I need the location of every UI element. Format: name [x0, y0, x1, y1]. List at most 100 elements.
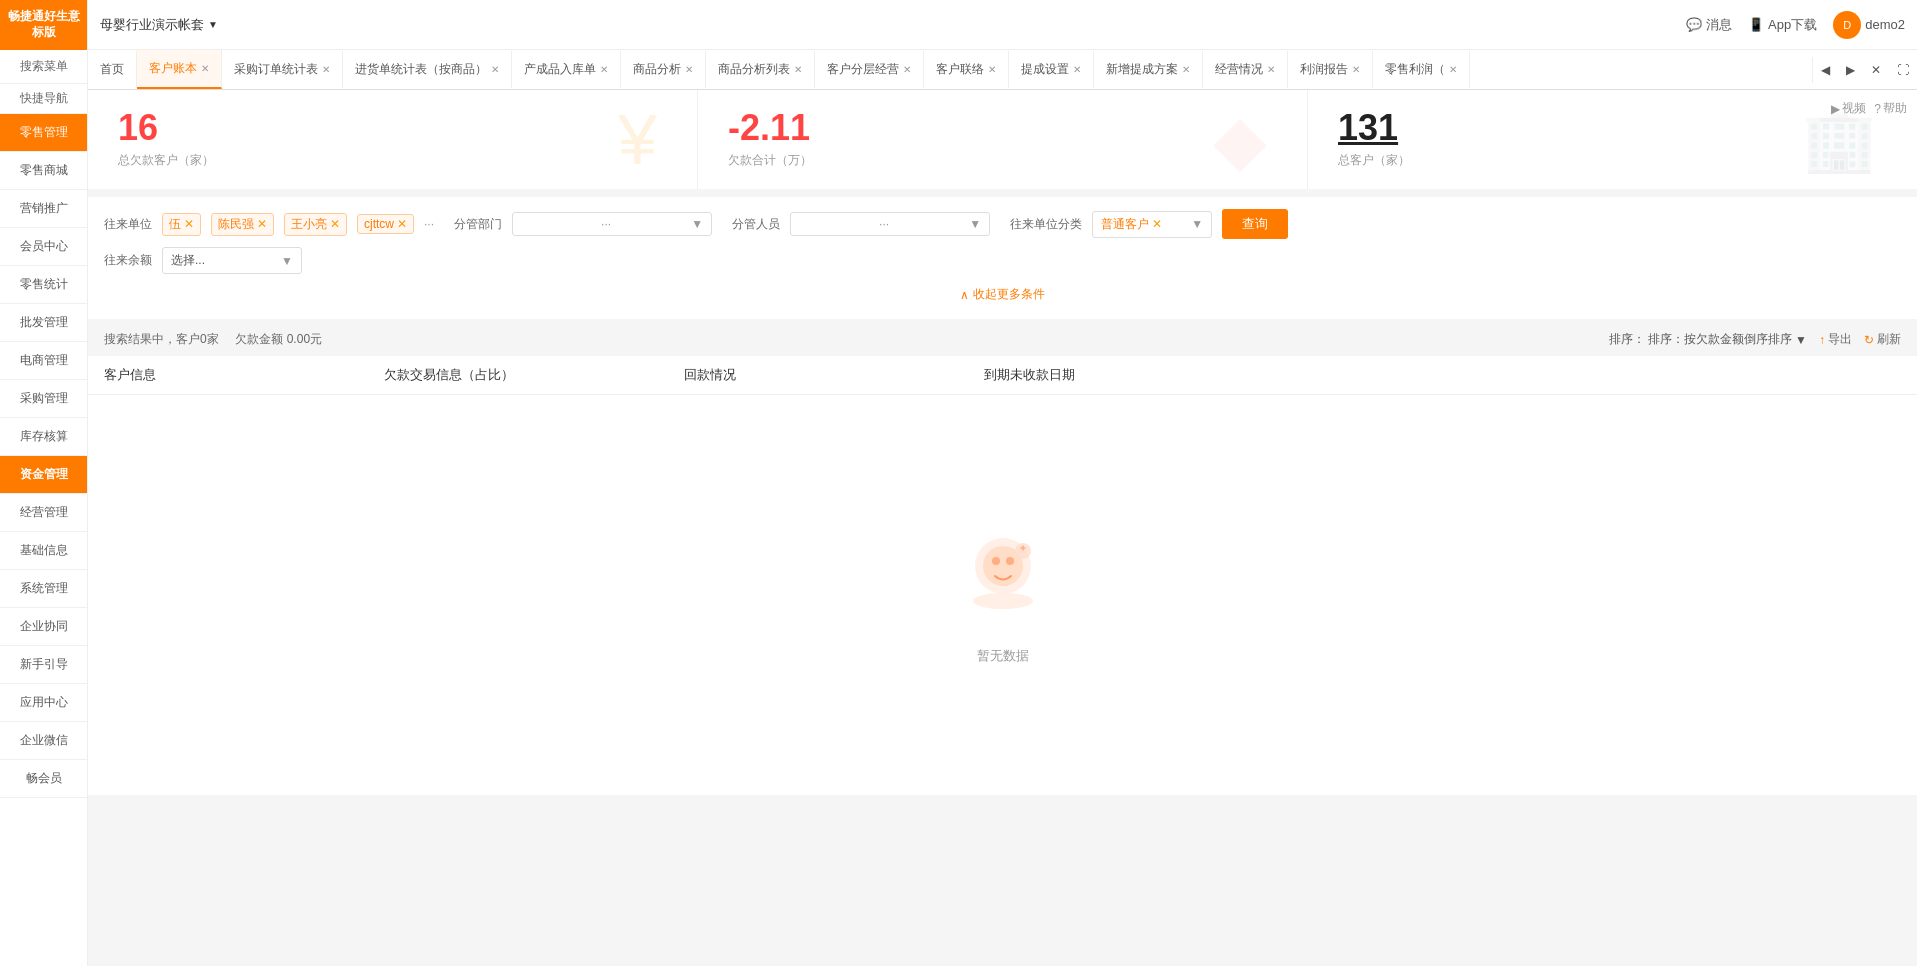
close-icon[interactable]: ✕: [184, 217, 194, 231]
filter-tag-unit2[interactable]: 陈民强 ✕: [211, 213, 274, 236]
tab-nav-right[interactable]: ▶: [1838, 57, 1863, 83]
sort-btn[interactable]: 排序： 排序：按欠款金额倒序排序 ▼: [1609, 331, 1807, 348]
sidebar-item-label: 企业微信: [6, 732, 81, 749]
sidebar-item-inventory[interactable]: 库存核算: [0, 418, 87, 456]
sidebar-item-weixin[interactable]: 企业微信: [0, 722, 87, 760]
app-download-btn[interactable]: 📱 App下载: [1748, 16, 1817, 34]
sidebar-item-member[interactable]: 畅会员: [0, 760, 87, 798]
close-icon[interactable]: ✕: [397, 217, 407, 231]
tab-label: 进货单统计表（按商品）: [355, 61, 487, 78]
tab-operations[interactable]: 经营情况 ✕: [1203, 51, 1288, 88]
sidebar-item-newbie[interactable]: 新手引导: [0, 646, 87, 684]
stat-number-debt-customers: 16: [118, 110, 158, 146]
tab-purchase-stats[interactable]: 采购订单统计表 ✕: [222, 51, 343, 88]
data-table: 客户信息 欠款交易信息（占比） 回款情况 到期未收款日期: [88, 356, 1917, 795]
stat-debt-total: ◆ -2.11 欠款合计（万）: [698, 90, 1308, 189]
chevron-down-icon: ▼: [1191, 217, 1203, 231]
sidebar-item-label: 基础信息: [6, 542, 81, 559]
phone-icon: 📱: [1748, 17, 1764, 32]
sidebar-item-basic-info[interactable]: 基础信息: [0, 532, 87, 570]
tab-customer-tier[interactable]: 客户分层经营 ✕: [815, 51, 924, 88]
sidebar-item-finance[interactable]: 资金管理: [0, 456, 87, 494]
export-btn[interactable]: ↑ 导出: [1819, 331, 1852, 348]
sidebar-item-label: 经营管理: [6, 504, 81, 521]
close-icon[interactable]: ✕: [685, 64, 693, 75]
sidebar-item-marketing[interactable]: 营销推广: [0, 190, 87, 228]
sidebar-item-collab[interactable]: 企业协同: [0, 608, 87, 646]
tab-nav-left[interactable]: ◀: [1813, 57, 1838, 83]
tab-customer-contact[interactable]: 客户联络 ✕: [924, 51, 1009, 88]
sidebar-item-retail-mall[interactable]: 零售商城: [0, 152, 87, 190]
sidebar-item-retail-mgmt[interactable]: 零售管理: [0, 114, 87, 152]
search-menu[interactable]: 搜索菜单: [0, 50, 87, 84]
tab-product-analysis-list[interactable]: 商品分析列表 ✕: [706, 51, 815, 88]
sidebar-item-label: 库存核算: [6, 428, 81, 445]
close-icon[interactable]: ✕: [330, 217, 340, 231]
tab-close-all[interactable]: ✕: [1863, 57, 1889, 83]
sidebar-item-retail-stats[interactable]: 零售统计: [0, 266, 87, 304]
close-icon[interactable]: ✕: [1182, 64, 1190, 75]
close-icon[interactable]: ✕: [201, 63, 209, 74]
app-download-label: App下载: [1768, 16, 1817, 34]
tab-label: 利润报告: [1300, 61, 1348, 78]
tab-stock-by-product[interactable]: 进货单统计表（按商品） ✕: [343, 51, 512, 88]
dept-select[interactable]: ··· ▼: [512, 212, 712, 236]
tab-fullscreen[interactable]: ⛶: [1889, 57, 1917, 83]
chevron-down-icon: ···: [879, 217, 889, 231]
close-icon[interactable]: ✕: [903, 64, 911, 75]
stat-total-customers: 🏢 131 总客户（家）: [1308, 90, 1917, 189]
sidebar-item-label: 零售商城: [6, 162, 81, 179]
close-icon[interactable]: ✕: [988, 64, 996, 75]
filter-row-1: 往来单位 伍 ✕ 陈民强 ✕ 王小亮 ✕ cjttcw ✕ ···: [104, 209, 1901, 239]
tabbar: 首页 客户账本 ✕ 采购订单统计表 ✕ 进货单统计表（按商品） ✕ 产成品入库单…: [88, 50, 1917, 90]
sidebar-item-system[interactable]: 系统管理: [0, 570, 87, 608]
close-icon[interactable]: ✕: [1267, 64, 1275, 75]
filter-more-btn[interactable]: ···: [424, 217, 434, 231]
refresh-btn[interactable]: ↻ 刷新: [1864, 331, 1901, 348]
unit-class-tag[interactable]: 普通客户 ✕: [1101, 216, 1162, 233]
filter-tag-unit1[interactable]: 伍 ✕: [162, 213, 201, 236]
tab-customer-ledger[interactable]: 客户账本 ✕: [137, 50, 222, 89]
sidebar-item-purchase[interactable]: 采购管理: [0, 380, 87, 418]
tab-production[interactable]: 产成品入库单 ✕: [512, 51, 621, 88]
user-menu[interactable]: D demo2: [1833, 11, 1905, 39]
stat-number-debt-total: -2.11: [728, 110, 810, 146]
empty-text: 暂无数据: [977, 647, 1029, 665]
message-btn[interactable]: 💬 消息: [1686, 16, 1732, 34]
close-icon[interactable]: ✕: [1352, 64, 1360, 75]
sidebar-item-app-center[interactable]: 应用中心: [0, 684, 87, 722]
tab-commission-setting[interactable]: 提成设置 ✕: [1009, 51, 1094, 88]
sort-icon: 排序：: [1609, 331, 1645, 348]
tab-product-analysis[interactable]: 商品分析 ✕: [621, 51, 706, 88]
tab-label: 客户账本: [149, 60, 197, 77]
account-selector[interactable]: 母婴行业演示帐套 ▼: [100, 16, 218, 34]
tab-retail-profit[interactable]: 零售利润（ ✕: [1373, 51, 1470, 88]
unit-class-select[interactable]: 普通客户 ✕ ▼: [1092, 211, 1212, 238]
sidebar-item-ecommerce[interactable]: 电商管理: [0, 342, 87, 380]
topbar: 母婴行业演示帐套 ▼ 💬 消息 📱 App下载 D demo2: [88, 0, 1917, 50]
sidebar-item-member-center[interactable]: 会员中心: [0, 228, 87, 266]
close-icon[interactable]: ✕: [1449, 64, 1457, 75]
tab-home[interactable]: 首页: [88, 51, 137, 88]
filter-tag-unit3[interactable]: 王小亮 ✕: [284, 213, 347, 236]
close-icon[interactable]: ✕: [1152, 217, 1162, 231]
query-button[interactable]: 查询: [1222, 209, 1288, 239]
quick-nav[interactable]: 快捷导航: [0, 84, 87, 114]
collapse-label: 收起更多条件: [973, 286, 1045, 303]
sidebar-item-wholesale[interactable]: 批发管理: [0, 304, 87, 342]
person-select[interactable]: ··· ▼: [790, 212, 990, 236]
close-icon[interactable]: ✕: [794, 64, 802, 75]
tab-new-commission[interactable]: 新增提成方案 ✕: [1094, 51, 1203, 88]
close-icon[interactable]: ✕: [491, 64, 499, 75]
sidebar-item-operations[interactable]: 经营管理: [0, 494, 87, 532]
close-icon[interactable]: ✕: [257, 217, 267, 231]
close-icon[interactable]: ✕: [322, 64, 330, 75]
tab-profit-report[interactable]: 利润报告 ✕: [1288, 51, 1373, 88]
sidebar-item-label: 零售统计: [6, 276, 81, 293]
close-icon[interactable]: ✕: [600, 64, 608, 75]
sidebar-item-label: 系统管理: [6, 580, 81, 597]
close-icon[interactable]: ✕: [1073, 64, 1081, 75]
balance-select[interactable]: 选择... ▼: [162, 247, 302, 274]
filter-tag-unit4[interactable]: cjttcw ✕: [357, 214, 414, 234]
collapse-btn[interactable]: ∧ 收起更多条件: [956, 282, 1049, 307]
